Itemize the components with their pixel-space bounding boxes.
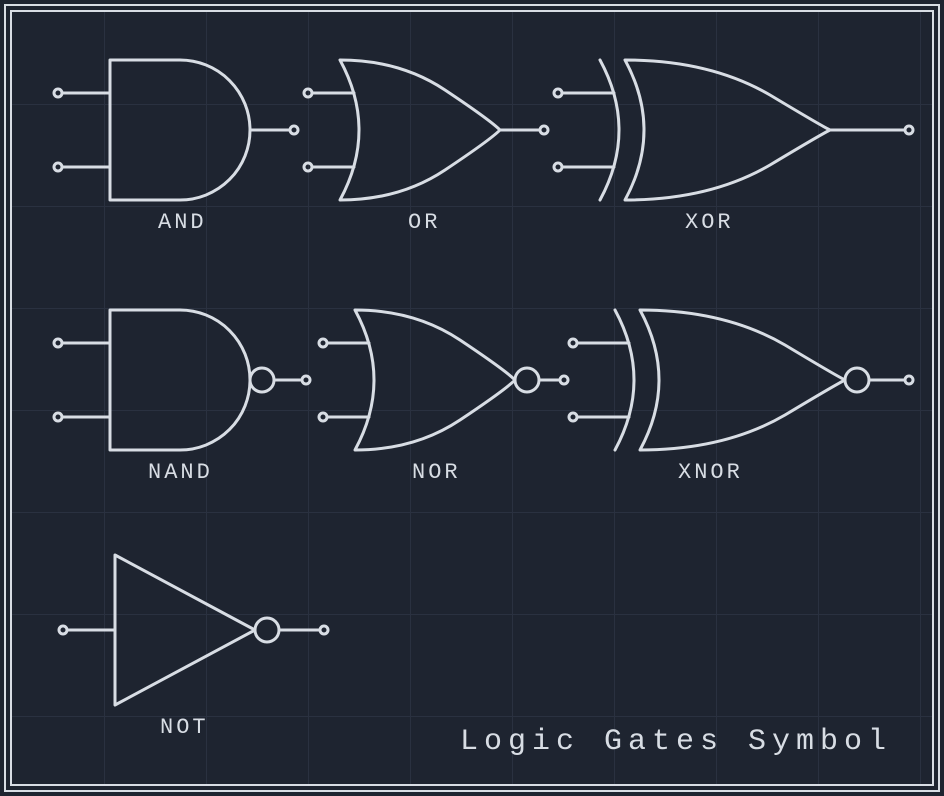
nor-gate-symbol [319,310,568,450]
or-label: OR [408,210,440,235]
and-label: AND [158,210,207,235]
xnor-gate-symbol [569,310,913,450]
not-label: NOT [160,715,209,740]
nor-label: NOR [412,460,461,485]
xor-gate-symbol [554,60,913,200]
and-gate-symbol [54,60,298,200]
xnor-label: XNOR [678,460,743,485]
not-gate-symbol [59,555,328,705]
gates-canvas [0,0,944,796]
nand-gate-symbol [54,310,310,450]
diagram-title: Logic Gates Symbol [460,725,892,759]
nand-label: NAND [148,460,213,485]
or-gate-symbol [304,60,548,200]
xor-label: XOR [685,210,734,235]
